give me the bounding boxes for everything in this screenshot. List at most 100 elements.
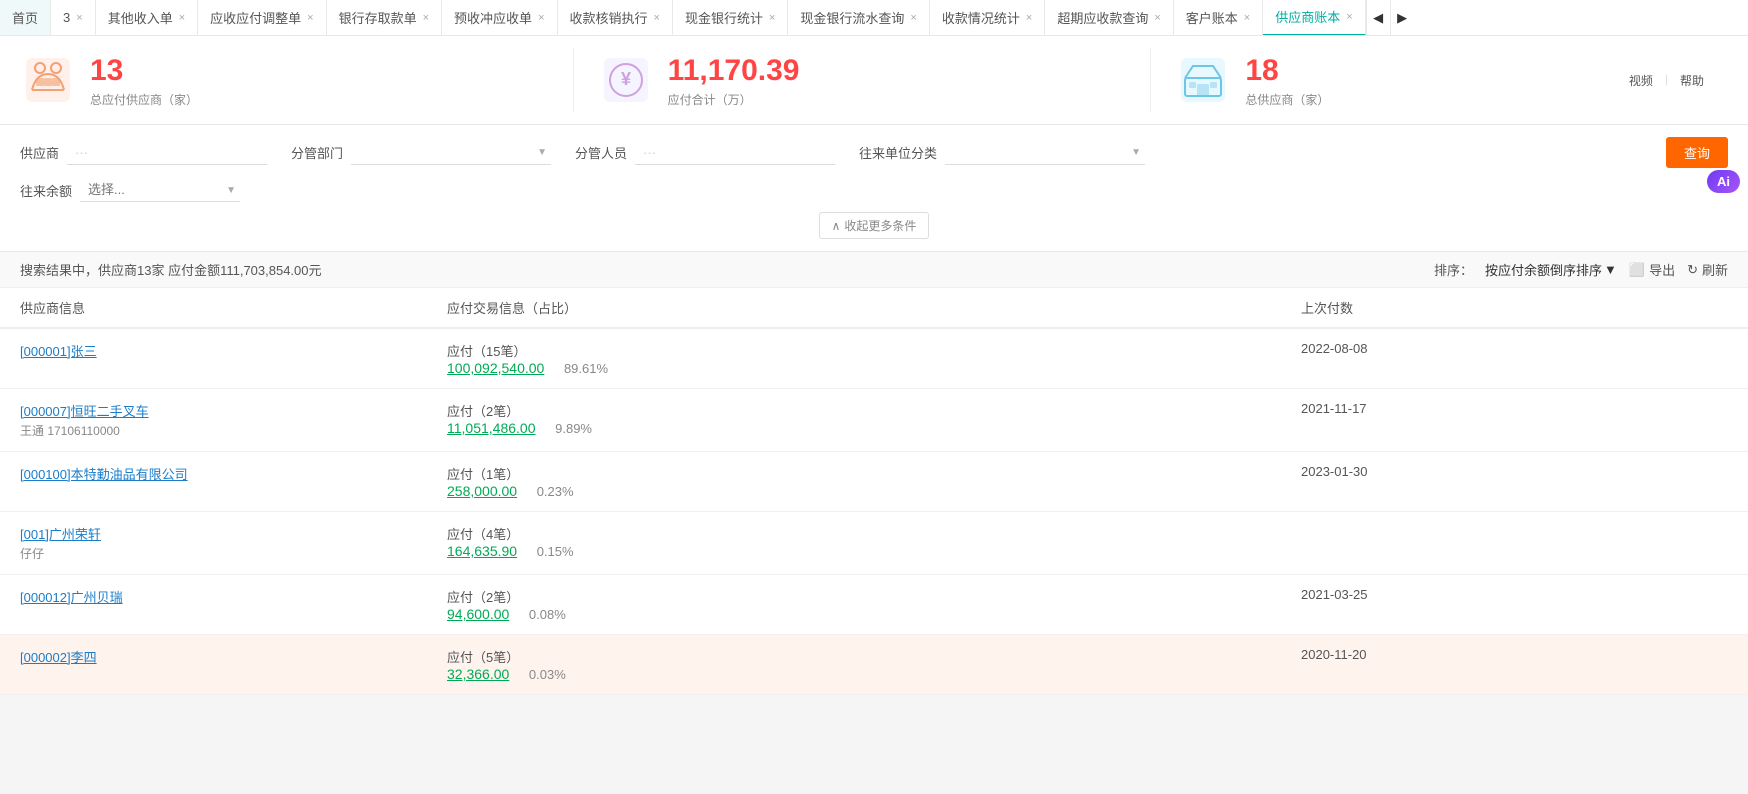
tx-amount[interactable]: 100,092,540.00 [447,360,544,376]
supplier-link[interactable]: [000007]恒旺二手叉车 [20,404,149,419]
card2-content: 11,170.39 应付合计（万） [668,53,800,108]
table-header: 供应商信息 应付交易信息（占比） 上次付数 [0,288,1748,329]
supplier-link[interactable]: [001]广州荣轩 [20,527,101,542]
help-link[interactable]: 帮助 [1680,72,1704,89]
tx-amount[interactable]: 258,000.00 [447,483,517,499]
header-last-payment: 上次付数 [1301,298,1728,317]
results-actions: 排序： 按应付余额倒序排序 ▼ ⬜ 导出 ↻ 刷新 [1434,260,1728,279]
nav-item-3[interactable]: 3 × [51,0,96,36]
export-button[interactable]: ⬜ 导出 [1629,260,1675,279]
nav-label: 其他收入单 [108,8,173,27]
close-icon[interactable]: × [423,12,429,24]
nav-label: 收款情况统计 [942,8,1020,27]
last-payment-date: 2022-08-08 [1301,341,1368,356]
supplier-info: [000007]恒旺二手叉车 王通 17106110000 [20,401,447,439]
tx-amount[interactable]: 164,635.90 [447,543,517,559]
last-payment-date: 2023-01-30 [1301,464,1368,479]
supplier-info: [000001]张三 [20,341,447,360]
nav-item-customer-ledger[interactable]: 客户账本 × [1174,0,1263,36]
tx-label: 应付（5笔） [447,647,1301,666]
nav-label: 应收应付调整单 [210,8,301,27]
nav-item-bank-deposit[interactable]: 银行存取款单 × [327,0,442,36]
nav-label: 首页 [12,8,38,27]
supplier-link[interactable]: [000100]本特勤油品有限公司 [20,467,188,482]
card-actions: 视频 | 帮助 [1629,72,1704,89]
nav-item-supplier-ledger[interactable]: 供应商账本 × [1263,0,1365,36]
filter-dept: 分管部门 ▼ [291,141,551,165]
tx-pct: 9.89% [555,421,592,436]
close-icon[interactable]: × [179,12,185,24]
table-row: [000001]张三 应付（15笔） 100,092,540.00 89.61%… [0,329,1748,389]
tx-pct: 0.23% [537,484,574,499]
summary-card-suppliers: 13 总应付供应商（家） [20,48,574,112]
last-payment-date: 2020-11-20 [1301,647,1367,662]
balance-select[interactable] [80,178,240,202]
nav-label: 客户账本 [1186,8,1238,27]
category-select-wrapper: ▼ [945,141,1145,165]
category-select[interactable] [945,141,1145,165]
summary-card-payable: ¥ 11,170.39 应付合计（万） [574,48,1152,112]
ai-badge[interactable]: Ai [1707,170,1740,193]
tx-amount-row: 11,051,486.00 9.89% [447,420,1301,436]
nav-item-other-income[interactable]: 其他收入单 × [96,0,198,36]
nav-item-collection-exec[interactable]: 收款核销执行 × [558,0,673,36]
close-icon[interactable]: × [76,12,82,24]
close-icon[interactable]: × [1026,12,1032,24]
balance-label: 往来余额 [20,181,72,200]
tx-pct: 0.03% [529,667,566,682]
nav-item-advance-offset[interactable]: 预收冲应收单 × [442,0,557,36]
refresh-button[interactable]: ↻ 刷新 [1687,260,1728,279]
sort-select[interactable]: 按应付余额倒序排序 ▼ [1485,260,1617,279]
tx-amount[interactable]: 32,366.00 [447,666,509,682]
sort-value: 按应付余额倒序排序 [1485,260,1602,279]
close-icon[interactable]: × [1244,12,1250,24]
card2-label: 应付合计（万） [668,91,800,108]
close-icon[interactable]: × [910,12,916,24]
supplier-input[interactable] [67,141,267,165]
results-info: 搜索结果中，供应商13家 应付金额111,703,854.00元 [20,260,322,279]
close-icon[interactable]: × [769,12,775,24]
close-icon[interactable]: × [654,12,660,24]
person-input[interactable] [635,141,835,165]
nav-item-cash-stats[interactable]: 现金银行统计 × [673,0,788,36]
tx-amount[interactable]: 11,051,486.00 [447,420,536,436]
tx-amount[interactable]: 94,600.00 [447,606,509,622]
filter-person: 分管人员 [575,141,835,165]
nav-left-arrow[interactable]: ◀ [1366,0,1390,36]
close-icon[interactable]: × [538,12,544,24]
supplier-link[interactable]: [000001]张三 [20,344,97,359]
nav-label: 预收冲应收单 [454,8,532,27]
close-icon[interactable]: × [1346,11,1352,23]
tx-pct: 89.61% [564,361,608,376]
results-bar: 搜索结果中，供应商13家 应付金额111,703,854.00元 排序： 按应付… [0,252,1748,288]
search-button[interactable]: 查询 [1666,137,1728,168]
collapse-button[interactable]: ∧ 收起更多条件 [819,212,930,239]
close-icon[interactable]: × [307,12,313,24]
table-row: [000007]恒旺二手叉车 王通 17106110000 应付（2笔） 11,… [0,389,1748,452]
dept-select[interactable] [351,141,551,165]
tx-label: 应付（1笔） [447,464,1301,483]
nav-label: 收款核销执行 [570,8,648,27]
close-icon[interactable]: × [1154,12,1160,24]
dept-label: 分管部门 [291,143,343,162]
supplier-sub: 仔仔 [20,545,447,562]
nav-label: 3 [63,10,70,25]
sort-label: 排序： [1434,260,1473,279]
nav-item-overdue[interactable]: 超期应收款查询 × [1045,0,1173,36]
supplier-link[interactable]: [000012]广州贝瑞 [20,590,123,605]
transaction-info: 应付（1笔） 258,000.00 0.23% [447,464,1301,499]
export-icon: ⬜ [1629,262,1645,278]
nav-item-collection-report[interactable]: 收款情况统计 × [930,0,1045,36]
transaction-info: 应付（4笔） 164,635.90 0.15% [447,524,1301,559]
video-link[interactable]: 视频 [1629,72,1653,89]
card3-content: 18 总供应商（家） [1245,53,1329,108]
table-row: [001]广州荣轩 仔仔 应付（4笔） 164,635.90 0.15% [0,512,1748,575]
supplier-sub: 王通 17106110000 [20,422,447,439]
nav-item-home[interactable]: 首页 [0,0,51,36]
nav-right-arrow[interactable]: ▶ [1390,0,1414,36]
last-payment: 2021-03-25 [1301,587,1728,602]
nav-item-ar-adjust[interactable]: 应收应付调整单 × [198,0,326,36]
nav-item-cash-flow[interactable]: 现金银行流水查询 × [788,0,929,36]
chevron-up-icon: ∧ [832,219,841,233]
supplier-link[interactable]: [000002]李四 [20,650,97,665]
